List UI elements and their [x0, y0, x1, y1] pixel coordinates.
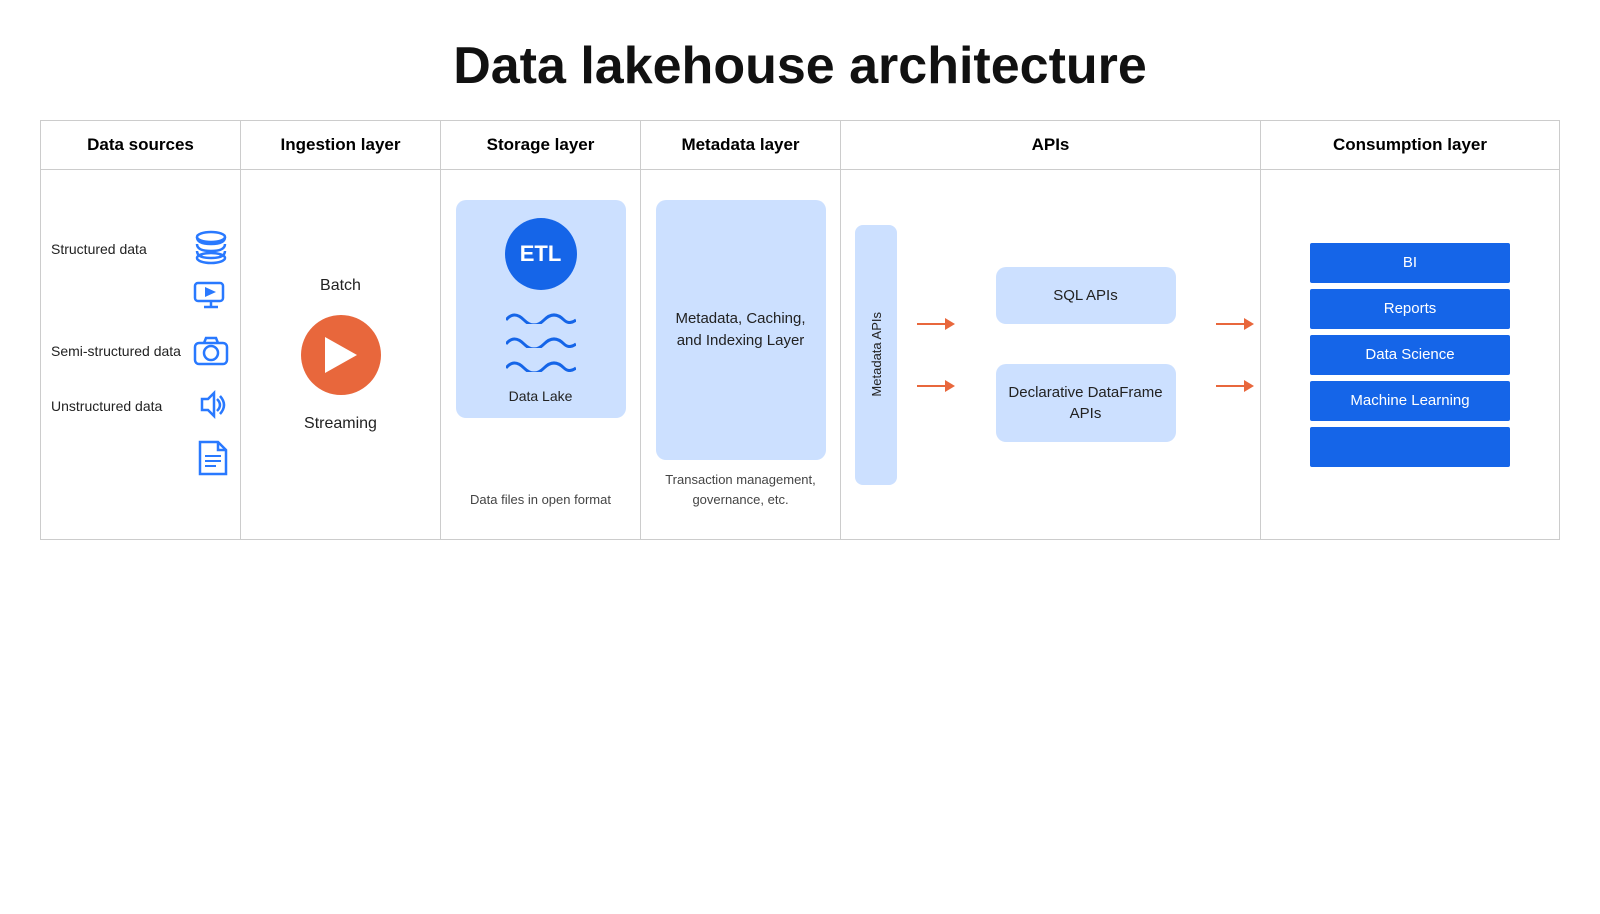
document-icon — [196, 439, 230, 482]
declarative-apis-box: Declarative DataFrame APIs — [996, 364, 1176, 442]
streaming-label: Streaming — [304, 415, 377, 433]
metadata-apis-area: Metadata APIs — [841, 170, 911, 539]
arrow-decl-to-consumption — [1216, 380, 1254, 392]
bar-reports: Reports — [1310, 289, 1510, 329]
header-apis: APIs — [841, 121, 1261, 169]
datasources-list: Structured data — [51, 227, 230, 482]
batch-label: Batch — [320, 277, 361, 295]
ingestion-arrow — [301, 315, 381, 395]
data-lake-label: Data Lake — [509, 388, 573, 404]
etl-circle: ETL — [505, 218, 577, 290]
bar-bi: BI — [1310, 243, 1510, 283]
bar-datascience: Data Science — [1310, 335, 1510, 375]
datasource-unstructured: Unstructured data — [51, 388, 230, 425]
col-ingestion: Batch Streaming — [241, 170, 441, 539]
sql-apis-box: SQL APIs — [996, 267, 1176, 324]
ingestion-content: Batch Streaming — [301, 277, 381, 433]
metadata-apis-label: Metadata APIs — [869, 312, 884, 397]
header-metadata: Metadata layer — [641, 121, 841, 169]
audio-icon — [192, 388, 230, 425]
header-consumption: Consumption layer — [1261, 121, 1559, 169]
arrow-to-declarative — [917, 380, 955, 392]
right-arrows — [1210, 318, 1260, 392]
wave-group — [506, 306, 576, 372]
arrow-right-icon — [325, 337, 357, 373]
bar-ml: Machine Learning — [1310, 381, 1510, 421]
header-storage: Storage layer — [441, 121, 641, 169]
api-arrows — [911, 318, 961, 392]
api-boxes-group: SQL APIs Declarative DataFrame APIs — [961, 267, 1210, 442]
page-title: Data lakehouse architecture — [453, 36, 1147, 96]
database-icon — [192, 227, 230, 272]
header-datasources: Data sources — [41, 121, 241, 169]
metadata-sublabel: Transaction management, governance, etc. — [651, 470, 830, 509]
video-icon — [192, 280, 230, 315]
col-apis: Metadata APIs SQL APIs Declarative DataF… — [841, 170, 1261, 539]
header-ingestion: Ingestion layer — [241, 121, 441, 169]
body-row: Structured data — [41, 170, 1559, 539]
storage-box: ETL Data Lake — [456, 200, 626, 418]
col-consumption: BI Reports Data Science Machine Learning — [1261, 170, 1559, 539]
datasource-structured: Structured data — [51, 227, 230, 272]
architecture-diagram: Data sources Ingestion layer Storage lay… — [40, 120, 1560, 540]
col-storage: ETL Data Lake Data files in open format — [441, 170, 641, 539]
metadata-apis-box: Metadata APIs — [855, 225, 897, 485]
bar-extra — [1310, 427, 1510, 467]
datasource-semi: Semi-structured data — [51, 333, 230, 370]
consumption-bars: BI Reports Data Science Machine Learning — [1310, 240, 1510, 470]
col-datasources: Structured data — [41, 170, 241, 539]
storage-sublabel: Data files in open format — [470, 491, 611, 509]
metadata-box: Metadata, Caching, and Indexing Layer — [656, 200, 826, 460]
header-row: Data sources Ingestion layer Storage lay… — [41, 121, 1559, 170]
arrow-to-sql — [917, 318, 955, 330]
camera-icon — [192, 333, 230, 370]
arrow-sql-to-consumption — [1216, 318, 1254, 330]
col-metadata: Metadata, Caching, and Indexing Layer Tr… — [641, 170, 841, 539]
